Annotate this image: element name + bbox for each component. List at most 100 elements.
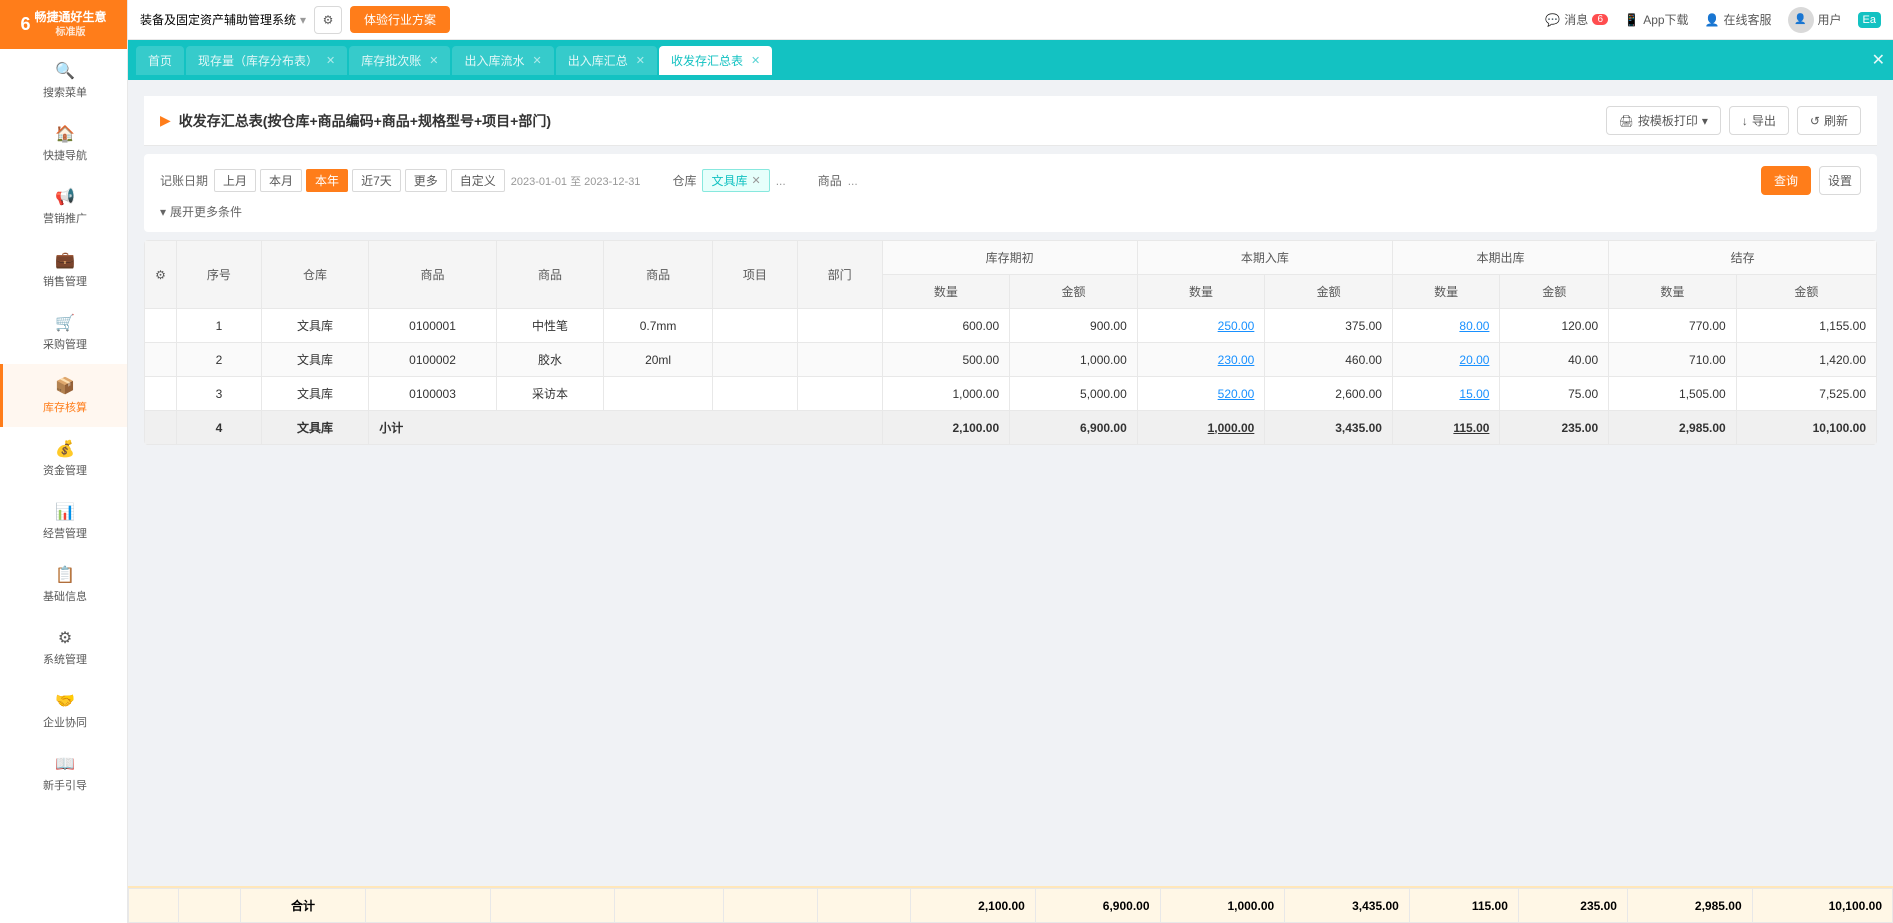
sidebar-item-quick-nav[interactable]: 🏠 快捷导航 [0, 112, 127, 175]
online-service-button[interactable]: 👤 在线客服 [1705, 11, 1772, 28]
row-2-dept [797, 343, 882, 377]
row-2-bal-amt: 1,420.00 [1736, 343, 1876, 377]
filter-settings-button[interactable]: 设置 [1819, 166, 1861, 195]
sidebar-item-system[interactable]: ⚙ 系统管理 [0, 616, 127, 679]
row-2-out-qty[interactable]: 20.00 [1392, 343, 1499, 377]
date-range: 2023-01-01 至 2023-12-31 [511, 173, 641, 189]
row-1-out-qty-link[interactable]: 80.00 [1459, 319, 1489, 333]
inventory-icon: 📦 [55, 376, 75, 396]
sidebar-item-purchase[interactable]: 🛒 采购管理 [0, 301, 127, 364]
row-1-in-qty[interactable]: 250.00 [1137, 309, 1265, 343]
footer-opening-amt: 6,900.00 [1035, 889, 1160, 923]
sidebar-item-marketing[interactable]: 📢 营销推广 [0, 175, 127, 238]
more-btn[interactable]: 更多 [405, 169, 447, 192]
sidebar-item-inventory[interactable]: 📦 库存核算 [0, 364, 127, 427]
col-header-no: 序号 [177, 241, 262, 309]
sidebar-item-search[interactable]: 🔍 搜索菜单 [0, 49, 127, 112]
sidebar-item-finance[interactable]: 💰 资金管理 [0, 427, 127, 490]
tab-close-icon[interactable]: ✕ [751, 54, 760, 67]
expand-conditions-button[interactable]: ▾ 展开更多条件 [160, 203, 1861, 220]
enterprise-icon: 🤝 [55, 691, 75, 711]
sidebar-item-label: 新手引导 [43, 777, 87, 793]
main-content: 装备及固定资产辅助管理系统 ▾ ⚙ 体验行业方案 💬 消息 6 📱 App下载 … [128, 0, 1893, 923]
tab-home-label: 首页 [148, 52, 172, 69]
footer-empty1 [129, 889, 179, 923]
footer-empty2 [178, 889, 240, 923]
row-2-in-qty-link[interactable]: 230.00 [1218, 353, 1255, 367]
row-2-spec: 20ml [604, 343, 713, 377]
tab-close-icon[interactable]: ✕ [429, 54, 438, 67]
refresh-button[interactable]: ↺ 刷新 [1797, 106, 1861, 135]
query-button[interactable]: 查询 [1761, 166, 1811, 195]
close-all-tabs-button[interactable]: ✕ [1872, 50, 1885, 70]
row-2-in-qty[interactable]: 230.00 [1137, 343, 1265, 377]
sidebar-item-basic-info[interactable]: 📋 基础信息 [0, 553, 127, 616]
this-month-btn[interactable]: 本月 [260, 169, 302, 192]
row-1-no: 1 [177, 309, 262, 343]
row-1-bal-qty: 770.00 [1609, 309, 1737, 343]
row-3-in-qty[interactable]: 520.00 [1137, 377, 1265, 411]
sidebar-item-label: 库存核算 [43, 399, 87, 415]
row-1-opening-amt: 900.00 [1010, 309, 1138, 343]
row-1-out-qty[interactable]: 80.00 [1392, 309, 1499, 343]
top-bar: 装备及固定资产辅助管理系统 ▾ ⚙ 体验行业方案 💬 消息 6 📱 App下载 … [128, 0, 1893, 40]
tab-close-icon[interactable]: ✕ [533, 54, 542, 67]
row-2-opening-amt: 1,000.00 [1010, 343, 1138, 377]
app-download-button[interactable]: 📱 App下载 [1624, 11, 1688, 28]
row-2-out-qty-link[interactable]: 20.00 [1459, 353, 1489, 367]
footer-empty3 [365, 889, 490, 923]
sidebar-item-operation[interactable]: 📊 经营管理 [0, 490, 127, 553]
app-logo[interactable]: 6 畅捷通好生意 标准版 [0, 0, 127, 49]
table-row: 1 文具库 0100001 中性笔 0.7mm 600.00 900.00 25… [145, 309, 1877, 343]
subtotal-bal-amt: 10,100.00 [1736, 411, 1876, 445]
user-label: 用户 [1818, 11, 1842, 28]
user-ea-badge: Ea [1858, 12, 1881, 28]
table-settings-col[interactable]: ⚙ [145, 241, 177, 309]
message-button[interactable]: 💬 消息 6 [1545, 11, 1608, 28]
row-1-in-qty-link[interactable]: 250.00 [1218, 319, 1255, 333]
row-3-no: 3 [177, 377, 262, 411]
tab-batch[interactable]: 库存批次账 ✕ [349, 46, 450, 75]
tab-in-out-summary[interactable]: 出入库汇总 ✕ [556, 46, 657, 75]
search-icon: 🔍 [55, 61, 75, 81]
row-3-out-qty-link[interactable]: 15.00 [1459, 387, 1489, 401]
service-icon: 👤 [1705, 13, 1720, 27]
sidebar-item-enterprise[interactable]: 🤝 企业协同 [0, 679, 127, 742]
row-3-code: 0100003 [369, 377, 497, 411]
row-3-in-qty-link[interactable]: 520.00 [1218, 387, 1255, 401]
warehouse-value: 文具库 [711, 172, 747, 189]
data-table: ⚙ 序号 仓库 商品 商品 商品 项目 部门 库存期初 本期入库 本期出库 [144, 240, 1877, 445]
system-title-select[interactable]: 装备及固定资产辅助管理系统 ▾ [140, 11, 306, 28]
table-settings-icon[interactable]: ⚙ [155, 268, 166, 282]
last-7-days-btn[interactable]: 近7天 [352, 169, 401, 192]
tab-inventory-dist[interactable]: 现存量（库存分布表） ✕ [186, 46, 347, 75]
last-month-btn[interactable]: 上月 [214, 169, 256, 192]
row-3-goods: 采访本 [496, 377, 603, 411]
col-out-amt: 金额 [1500, 275, 1609, 309]
warehouse-remove-btn[interactable]: ✕ [751, 174, 760, 187]
row-3-out-qty[interactable]: 15.00 [1392, 377, 1499, 411]
tab-in-out-flow[interactable]: 出入库流水 ✕ [452, 46, 553, 75]
print-button[interactable]: 🖨 按模板打印 ▾ [1606, 106, 1721, 135]
trial-button[interactable]: 体验行业方案 [350, 6, 450, 33]
tab-close-icon[interactable]: ✕ [636, 54, 645, 67]
collapse-icon[interactable]: ▶ [160, 112, 171, 129]
goods-more-dots[interactable]: ... [848, 174, 858, 188]
custom-btn[interactable]: 自定义 [451, 169, 505, 192]
tab-close-icon[interactable]: ✕ [326, 54, 335, 67]
user-menu[interactable]: 👤 用户 [1788, 7, 1842, 33]
tab-label: 出入库流水 [464, 52, 524, 69]
sidebar-item-newbie[interactable]: 📖 新手引导 [0, 742, 127, 805]
export-button[interactable]: ↓ 导出 [1729, 106, 1789, 135]
filter-bar: 记账日期 上月 本月 本年 近7天 更多 自定义 2023-01-01 至 20… [144, 154, 1877, 232]
sidebar-item-label: 企业协同 [43, 714, 87, 730]
sidebar-item-sales[interactable]: 💼 销售管理 [0, 238, 127, 301]
tab-home[interactable]: 首页 [136, 46, 184, 75]
settings-button[interactable]: ⚙ [314, 6, 342, 34]
expand-icon: ▾ [160, 205, 166, 219]
tab-recv-send-summary[interactable]: 收发存汇总表 ✕ [659, 46, 772, 75]
row-1-bal-amt: 1,155.00 [1736, 309, 1876, 343]
system-icon: ⚙ [58, 628, 72, 648]
warehouse-more-dots[interactable]: ... [776, 174, 786, 188]
this-year-btn[interactable]: 本年 [306, 169, 348, 192]
